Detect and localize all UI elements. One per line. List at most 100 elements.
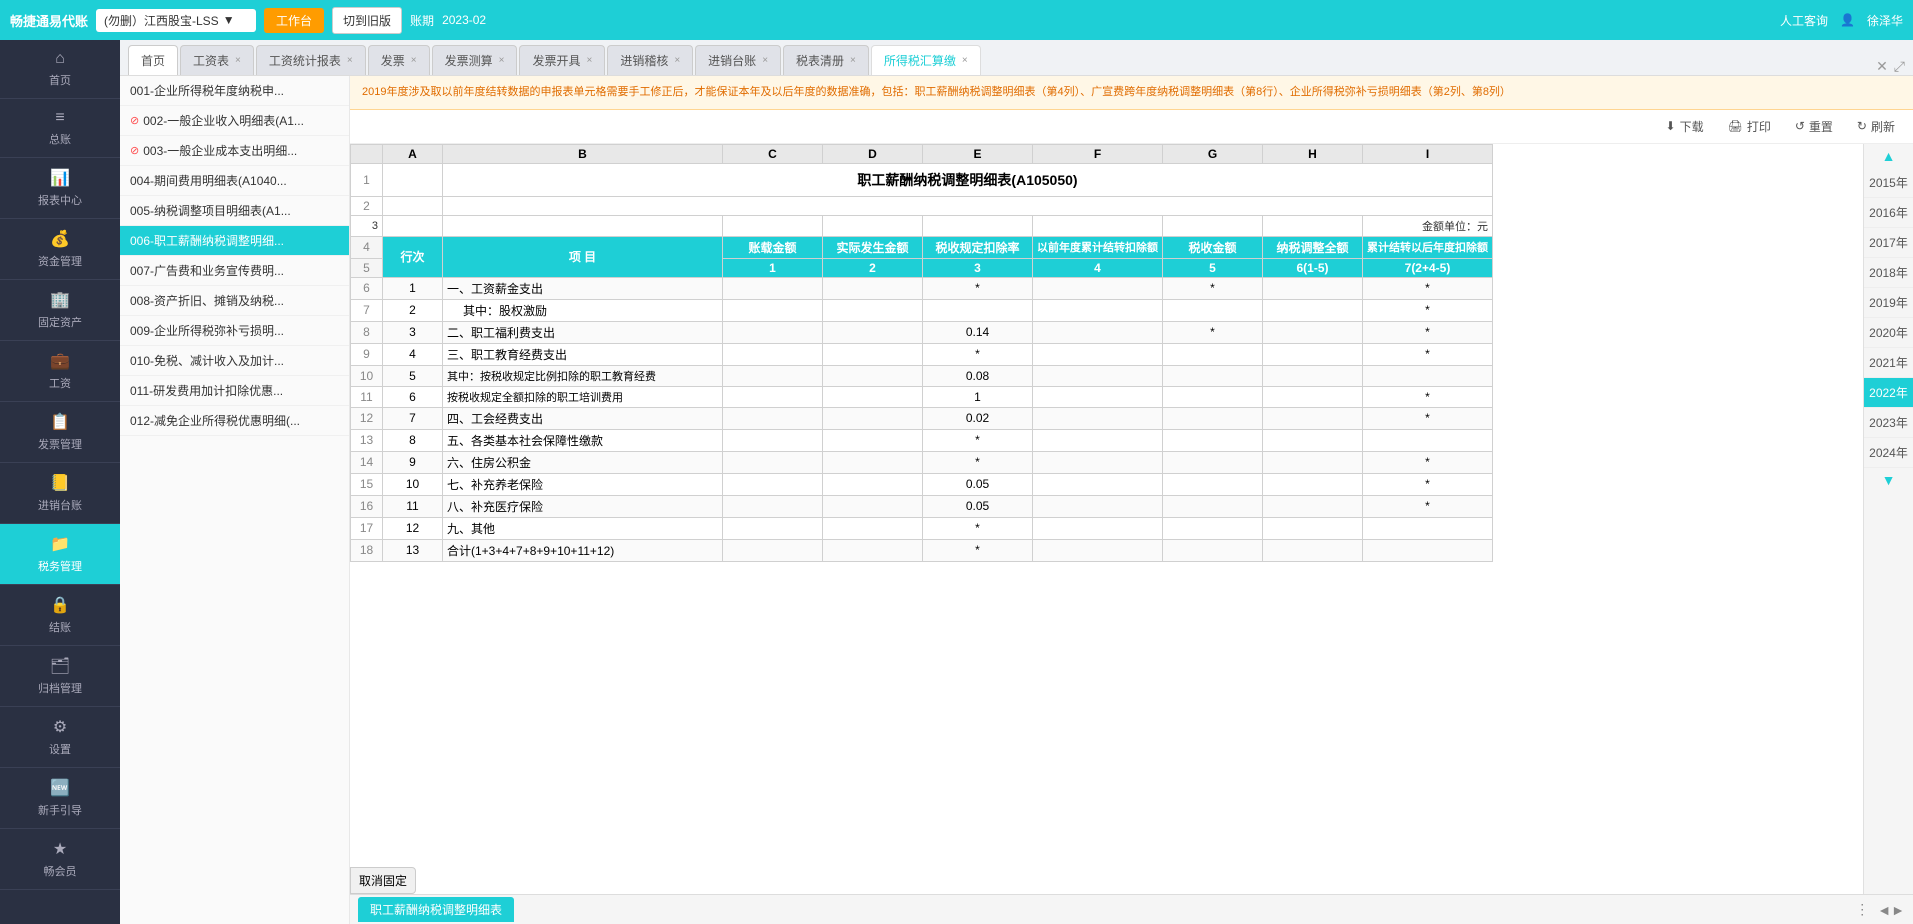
sidebar-item-home[interactable]: ⌂ 首页 xyxy=(0,40,120,99)
year-2022[interactable]: 2022年 xyxy=(1864,378,1913,408)
tab-close-sales-ledger[interactable]: × xyxy=(762,55,768,66)
sidebar-item-label: 进销台账 xyxy=(38,497,82,513)
unit-label: 金额单位：元 xyxy=(1363,215,1493,236)
tab-tax-clear[interactable]: 税表清册 × xyxy=(783,45,869,75)
sidebar-item-label: 新手引导 xyxy=(38,802,82,818)
form-item-006[interactable]: 006-职工薪酬纳税调整明细... xyxy=(120,226,349,256)
period-value: 2023-02 xyxy=(442,13,486,27)
tab-close-invoice-open[interactable]: × xyxy=(586,55,592,66)
bottom-bar: 职工薪酬纳税调整明细表 ⋮ ◄ ► xyxy=(350,894,1913,924)
form-item-009[interactable]: 009-企业所得税弥补亏损明... xyxy=(120,316,349,346)
year-2016[interactable]: 2016年 xyxy=(1864,198,1913,228)
sidebar-item-new-guide[interactable]: 🆕 新手引导 xyxy=(0,768,120,829)
sidebar-item-label: 归档管理 xyxy=(38,680,82,696)
sidebar-item-invoice[interactable]: 📋 发票管理 xyxy=(0,402,120,463)
sidebar-item-tax[interactable]: 📁 税务管理 xyxy=(0,524,120,585)
form-item-011[interactable]: 011-研发费用加计扣除优惠... xyxy=(120,376,349,406)
sidebar-item-fixed-asset[interactable]: 🏢 固定资产 xyxy=(0,280,120,341)
sidebar-item-settings[interactable]: ⚙ 设置 xyxy=(0,707,120,768)
refresh-button[interactable]: ↻ 刷新 xyxy=(1851,116,1901,137)
col-header-B: B xyxy=(443,144,723,163)
year-2015[interactable]: 2015年 xyxy=(1864,168,1913,198)
print-icon: 🖨 xyxy=(1728,119,1743,133)
form-item-003[interactable]: ⊘ 003-一般企业成本支出明细... xyxy=(120,136,349,166)
year-2017[interactable]: 2017年 xyxy=(1864,228,1913,258)
year-nav-down[interactable]: ▼ xyxy=(1864,468,1913,492)
sheet-scroll-right-icon[interactable]: ► xyxy=(1891,902,1905,918)
col-header-G: G xyxy=(1163,144,1263,163)
year-2021[interactable]: 2021年 xyxy=(1864,348,1913,378)
tab-close-all-icon[interactable]: ✕ xyxy=(1876,58,1888,75)
sidebar-item-general-ledger[interactable]: ≡ 总账 xyxy=(0,99,120,158)
warn-icon-002: ⊘ xyxy=(130,114,139,127)
sidebar-item-member[interactable]: ★ 畅会员 xyxy=(0,829,120,890)
year-2018[interactable]: 2018年 xyxy=(1864,258,1913,288)
col-h-subheader: 6(1-5) xyxy=(1263,258,1363,277)
year-nav-up[interactable]: ▲ xyxy=(1864,144,1913,168)
right-panel: 2019年度涉及取以前年度结转数据的申报表单元格需要手工修正后，才能保证本年及以… xyxy=(350,76,1913,924)
col-g-subheader: 5 xyxy=(1163,258,1263,277)
tab-expand-icon[interactable]: ⤢ xyxy=(1894,58,1905,75)
tab-close-tax-clear[interactable]: × xyxy=(850,55,856,66)
year-2023[interactable]: 2023年 xyxy=(1864,408,1913,438)
tab-close-payroll[interactable]: × xyxy=(235,55,241,66)
tab-close-invoice-calc[interactable]: × xyxy=(499,55,505,66)
warning-bar: 2019年度涉及取以前年度结转数据的申报表单元格需要手工修正后，才能保证本年及以… xyxy=(350,76,1913,110)
col-header-E: E xyxy=(923,144,1033,163)
form-item-001[interactable]: 001-企业所得税年度纳税申... xyxy=(120,76,349,106)
app-logo: 畅捷通易代账 xyxy=(10,11,88,30)
col-c-subheader: 1 xyxy=(723,258,823,277)
form-item-002[interactable]: ⊘ 002-一般企业收入明细表(A1... xyxy=(120,106,349,136)
tab-close-payroll-report[interactable]: × xyxy=(347,55,353,66)
tab-close-audit[interactable]: × xyxy=(674,55,680,66)
spreadsheet-container[interactable]: A B C D E F G H I xyxy=(350,144,1913,895)
sidebar-item-closing[interactable]: 🔒 结账 xyxy=(0,585,120,646)
workspace-button[interactable]: 工作台 xyxy=(264,8,324,33)
download-button[interactable]: ⬇ 下载 xyxy=(1660,116,1710,137)
col-header-D: D xyxy=(823,144,923,163)
settings-icon: ⚙ xyxy=(53,717,67,737)
form-item-012[interactable]: 012-减免企业所得税优惠明细(... xyxy=(120,406,349,436)
tab-payroll-report[interactable]: 工资统计报表 × xyxy=(256,45,366,75)
user-avatar: 👤 xyxy=(1840,13,1855,27)
form-item-004[interactable]: 004-期间费用明细表(A1040... xyxy=(120,166,349,196)
tab-invoice-open[interactable]: 发票开具 × xyxy=(519,45,605,75)
tab-payroll[interactable]: 工资表 × xyxy=(180,45,254,75)
sheet-tab-main[interactable]: 职工薪酬纳税调整明细表 xyxy=(358,897,514,922)
sidebar-item-payroll[interactable]: 💼 工资 xyxy=(0,341,120,402)
table-row: 11 6 按税收规定全额扣除的职工培训费用 1 xyxy=(351,386,1493,407)
company-selector[interactable]: (勿删）江西股宝-LSS ▼ xyxy=(96,9,256,32)
sheet-scroll-left-icon[interactable]: ◄ xyxy=(1877,902,1891,918)
support-button[interactable]: 人工客询 xyxy=(1780,12,1828,29)
tax-icon: 📁 xyxy=(50,534,70,554)
tab-close-income-tax[interactable]: × xyxy=(962,55,968,66)
tab-invoice[interactable]: 发票 × xyxy=(368,45,430,75)
sidebar-item-label: 总账 xyxy=(49,131,71,147)
chevron-down-icon: ▼ xyxy=(223,13,235,27)
table-row: 15 10 七、补充养老保险 0.05 xyxy=(351,473,1493,495)
form-item-005[interactable]: 005-纳税调整项目明细表(A1... xyxy=(120,196,349,226)
tab-sales-ledger[interactable]: 进销台账 × xyxy=(695,45,781,75)
year-2019[interactable]: 2019年 xyxy=(1864,288,1913,318)
sheet-options-icon[interactable]: ⋮ xyxy=(1855,901,1869,918)
form-item-007[interactable]: 007-广告费和业务宣传费明... xyxy=(120,256,349,286)
sidebar-item-sales-ledger[interactable]: 📒 进销台账 xyxy=(0,463,120,524)
year-2024[interactable]: 2024年 xyxy=(1864,438,1913,468)
switch-version-button[interactable]: 切到旧版 xyxy=(332,7,402,34)
tab-invoice-calc[interactable]: 发票测算 × xyxy=(432,45,518,75)
archive-icon: 🗂 xyxy=(50,656,70,676)
tab-audit[interactable]: 进销稽核 × xyxy=(607,45,693,75)
table-row: 7 2 其中：股权激励 xyxy=(351,299,1493,321)
sidebar-item-fund[interactable]: 💰 资金管理 xyxy=(0,219,120,280)
tab-home[interactable]: 首页 xyxy=(128,45,178,75)
year-2020[interactable]: 2020年 xyxy=(1864,318,1913,348)
reset-button[interactable]: ↺ 重置 xyxy=(1789,116,1839,137)
sidebar-item-report[interactable]: 📊 报表中心 xyxy=(0,158,120,219)
form-item-008[interactable]: 008-资产折旧、摊销及纳税... xyxy=(120,286,349,316)
cancel-fixed-button[interactable]: 取消固定 xyxy=(350,867,416,894)
tab-income-tax[interactable]: 所得税汇算缴 × xyxy=(871,45,981,75)
tab-close-invoice[interactable]: × xyxy=(411,55,417,66)
form-item-010[interactable]: 010-免税、减计收入及加计... xyxy=(120,346,349,376)
print-button[interactable]: 🖨 打印 xyxy=(1722,116,1777,137)
sidebar-item-archive[interactable]: 🗂 归档管理 xyxy=(0,646,120,707)
